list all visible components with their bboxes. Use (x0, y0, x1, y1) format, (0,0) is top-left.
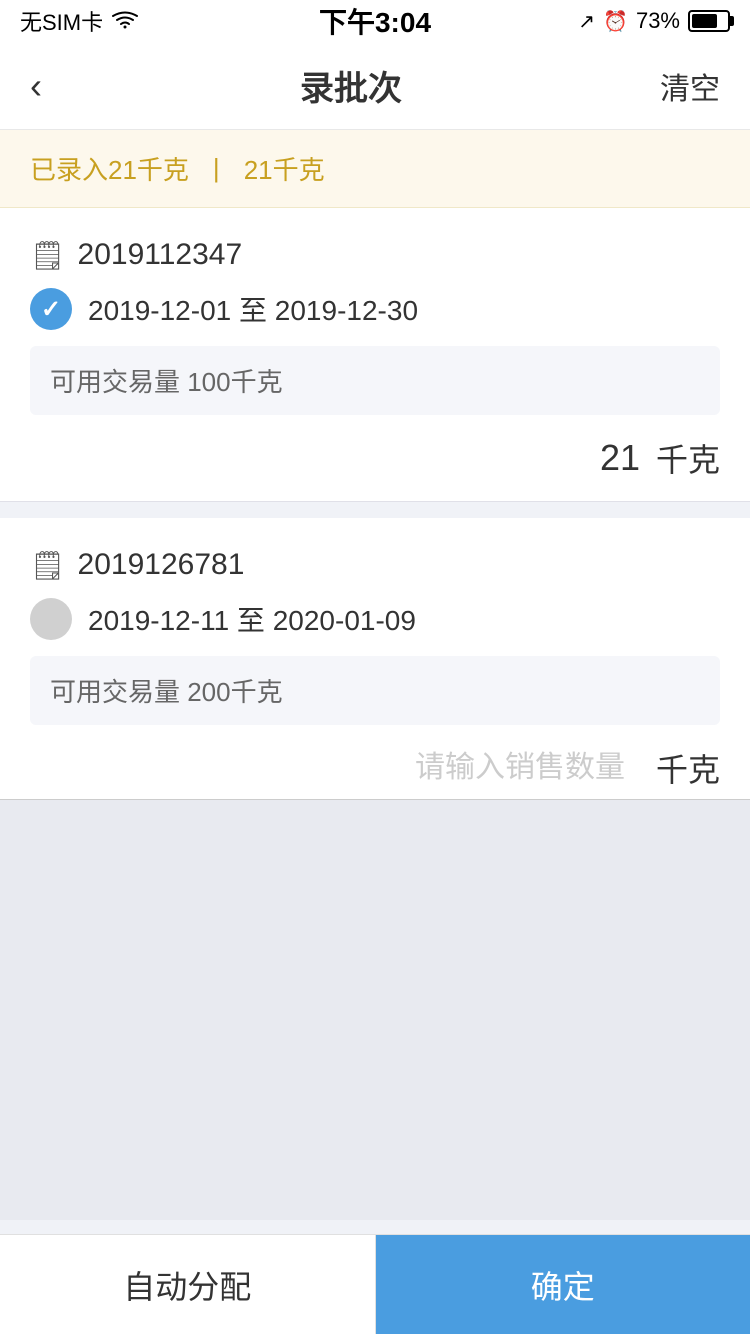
batch-1-available-text: 可用交易量 100千克 (50, 367, 283, 397)
batch-2-header: 🗒 2019126781 (30, 548, 720, 582)
bottom-bar: 自动分配 确定 (0, 1234, 750, 1334)
batch-2-quantity-row[interactable]: 千克 (0, 725, 750, 800)
gray-area (0, 800, 750, 1220)
carrier-text: 无SIM卡 (20, 5, 103, 37)
confirm-button[interactable]: 确定 (376, 1235, 750, 1334)
status-right: ↗ ⏰ 73% (578, 8, 730, 34)
summary-divider: | (213, 153, 220, 184)
batch-1-date: 2019-12-01 至 2019-12-30 (88, 289, 418, 329)
batch-2-quantity-input[interactable] (340, 751, 640, 785)
summary-banner: 已录入21千克 | 21千克 (0, 130, 750, 208)
auto-distribute-button[interactable]: 自动分配 (0, 1235, 376, 1334)
recorded-label: 已录入21千克 (30, 150, 189, 187)
batch-2-date: 2019-12-11 至 2020-01-09 (88, 599, 416, 639)
batch-1-radio[interactable]: ✓ (30, 288, 72, 330)
batch-item-1: 🗒 2019112347 ✓ 2019-12-01 至 2019-12-30 可… (0, 208, 750, 415)
batch-2-icon: 🗒 (30, 549, 66, 582)
back-button[interactable]: ‹ (30, 65, 42, 107)
batch-2-date-row[interactable]: 2019-12-11 至 2020-01-09 (30, 598, 720, 640)
alarm-icon: ⏰ (603, 9, 628, 34)
status-time: 下午3:04 (319, 1, 431, 41)
nav-bar: ‹ 录批次 清空 (0, 42, 750, 130)
batch-2-available-text: 可用交易量 200千克 (50, 677, 283, 707)
batch-1-header: 🗒 2019112347 (30, 238, 720, 272)
wifi-icon (111, 11, 139, 31)
clear-button[interactable]: 清空 (660, 64, 720, 108)
batch-1-id: 2019112347 (78, 238, 243, 272)
batch-1-availability: 可用交易量 100千克 (30, 346, 720, 415)
batch-1-icon: 🗒 (30, 239, 66, 272)
status-left: 无SIM卡 (20, 5, 139, 37)
batch-2-availability: 可用交易量 200千克 (30, 656, 720, 725)
battery-icon (688, 10, 730, 32)
batch-1-quantity-unit: 千克 (656, 435, 720, 481)
batch-2-radio[interactable] (30, 598, 72, 640)
page-title: 录批次 (300, 61, 402, 110)
batch-item-2: 🗒 2019126781 2019-12-11 至 2020-01-09 可用交… (0, 518, 750, 725)
battery-percent: 73% (636, 8, 680, 34)
item-separator (0, 502, 750, 518)
batch-1-quantity-row: 21 千克 (0, 415, 750, 502)
batch-1-date-row[interactable]: ✓ 2019-12-01 至 2019-12-30 (30, 288, 720, 330)
batch-1-quantity-value: 21 (600, 437, 640, 479)
batch-2-id: 2019126781 (78, 548, 245, 582)
status-bar: 无SIM卡 下午3:04 ↗ ⏰ 73% (0, 0, 750, 42)
batch-2-quantity-unit: 千克 (656, 745, 720, 791)
location-icon: ↗ (578, 9, 595, 34)
total-label: 21千克 (244, 150, 325, 187)
check-icon: ✓ (41, 295, 61, 324)
